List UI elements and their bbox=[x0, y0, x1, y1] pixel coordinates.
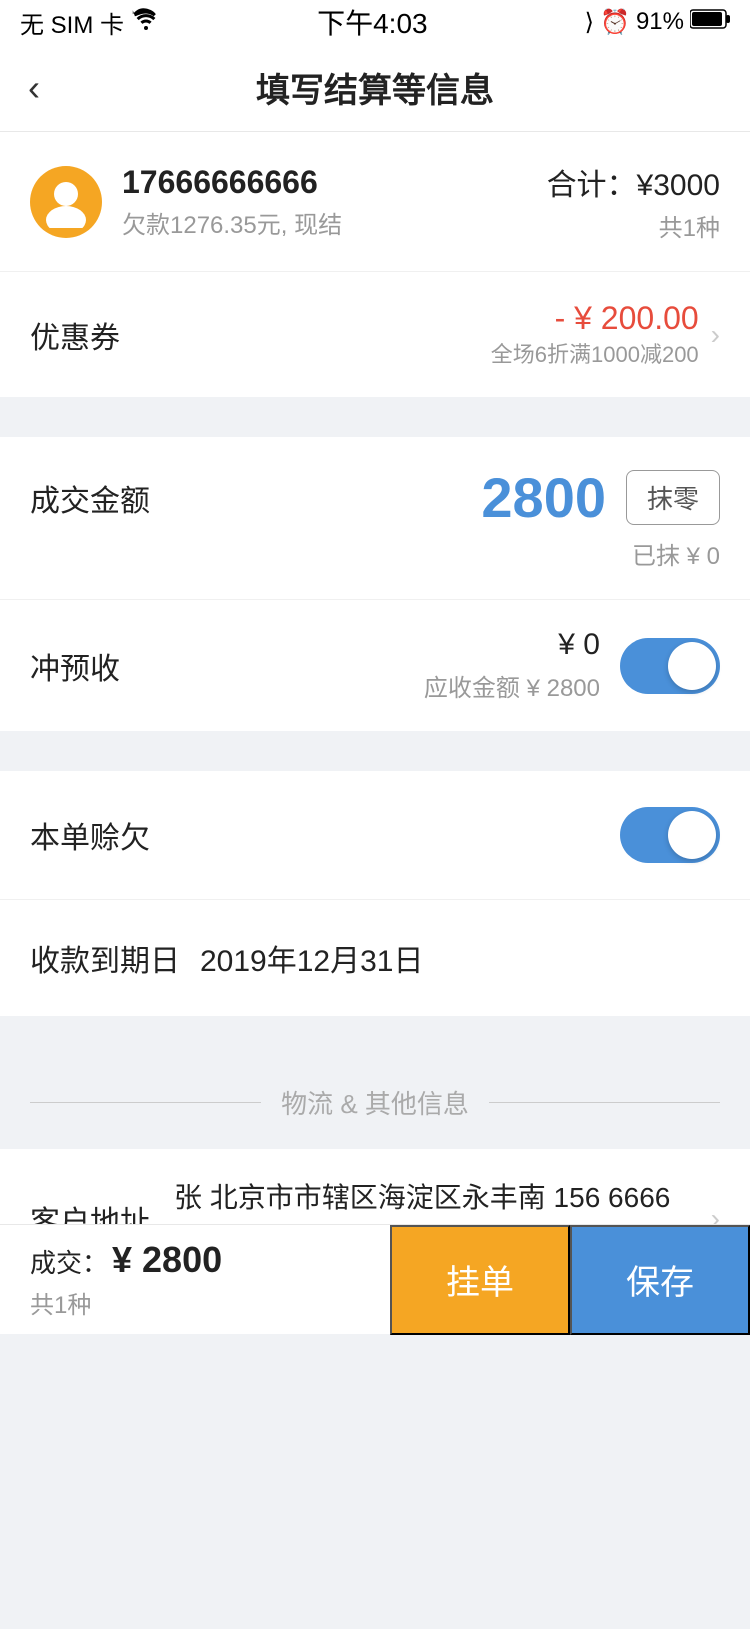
debt-label: 本单赊欠 bbox=[30, 813, 150, 857]
amount-value-container: 2800 抹零 bbox=[481, 465, 720, 530]
status-bar: 无 SIM 卡 下午4:03 ⟩ ⏰ 91% bbox=[0, 0, 750, 44]
bottom-bar: 成交： ¥ 2800 共1种 挂单 保存 bbox=[0, 1224, 750, 1334]
amount-section: 成交金额 2800 抹零 已抹 ¥ 0 冲预收 ¥ 0 应收金额 ¥ 2800 bbox=[0, 437, 750, 731]
duedate-label: 收款到期日 bbox=[30, 936, 180, 980]
customer-totals: 合计：¥3000 共1种 bbox=[547, 160, 720, 243]
prereceipt-sub: 应收金额 ¥ 2800 bbox=[424, 668, 600, 703]
battery-text: 91% bbox=[636, 8, 684, 36]
location-icon: ⟩ bbox=[585, 8, 594, 37]
duedate-row: 收款到期日 2019年12月31日 bbox=[0, 899, 750, 1016]
prereceipt-row: 冲预收 ¥ 0 应收金额 ¥ 2800 bbox=[0, 599, 750, 731]
coupon-desc: 全场6折满1000减200 bbox=[491, 337, 699, 369]
coupon-row[interactable]: 优惠券 - ¥ 200.00 全场6折满1000减200 › bbox=[0, 271, 750, 397]
alarm-icon: ⏰ bbox=[600, 8, 630, 37]
nav-bar: ‹ 填写结算等信息 bbox=[0, 44, 750, 132]
wifi-icon bbox=[132, 8, 160, 37]
save-button[interactable]: 保存 bbox=[570, 1225, 750, 1335]
status-bar-time: 下午4:03 bbox=[317, 2, 428, 42]
back-button[interactable]: ‹ bbox=[28, 67, 40, 109]
bottom-summary: 成交： ¥ 2800 共1种 bbox=[0, 1239, 390, 1320]
hold-button[interactable]: 挂单 bbox=[390, 1225, 570, 1335]
page-title: 填写结算等信息 bbox=[256, 63, 494, 112]
duedate-value: 2019年12月31日 bbox=[200, 936, 423, 980]
coupon-amount: - ¥ 200.00 bbox=[491, 300, 699, 337]
customer-phone: 17666666666 bbox=[122, 164, 342, 201]
logistics-line-left bbox=[30, 1102, 261, 1103]
content-area: 17666666666 欠款1276.35元, 现结 合计：¥3000 共1种 … bbox=[0, 132, 750, 1629]
debt-toggle[interactable] bbox=[620, 807, 720, 863]
bottom-count: 共1种 bbox=[30, 1285, 360, 1320]
rounded-sub: 已抹 ¥ 0 bbox=[30, 536, 720, 571]
amount-row-container: 成交金额 2800 抹零 已抹 ¥ 0 bbox=[0, 437, 750, 599]
bottom-deal-amount: ¥ 2800 bbox=[112, 1239, 222, 1281]
debt-row: 本单赊欠 bbox=[0, 771, 750, 899]
total-count: 共1种 bbox=[547, 208, 720, 243]
debt-section: 本单赊欠 收款到期日 2019年12月31日 bbox=[0, 771, 750, 1016]
deal-amount-value: 2800 bbox=[481, 465, 606, 530]
total-amount: 合计：¥3000 bbox=[547, 160, 720, 204]
battery-icon bbox=[690, 8, 730, 37]
prereceipt-amount: ¥ 0 bbox=[558, 628, 600, 662]
status-bar-right: ⟩ ⏰ 91% bbox=[585, 8, 730, 37]
prereceipt-toggle[interactable] bbox=[620, 638, 720, 694]
section-divider-3 bbox=[0, 1036, 750, 1056]
prereceipt-right: ¥ 0 应收金额 ¥ 2800 bbox=[424, 628, 600, 703]
customer-info: 17666666666 欠款1276.35元, 现结 bbox=[122, 164, 342, 240]
customer-row: 17666666666 欠款1276.35元, 现结 合计：¥3000 共1种 bbox=[0, 132, 750, 271]
customer-left: 17666666666 欠款1276.35元, 现结 bbox=[30, 164, 342, 240]
toggle-knob bbox=[668, 642, 716, 690]
logistics-title: 物流 & 其他信息 bbox=[281, 1084, 469, 1121]
logistics-header: 物流 & 其他信息 bbox=[0, 1056, 750, 1149]
section-divider-2 bbox=[0, 751, 750, 771]
logistics-line-right bbox=[489, 1102, 720, 1103]
status-bar-left: 无 SIM 卡 bbox=[20, 5, 160, 40]
sim-status: 无 SIM 卡 bbox=[20, 5, 124, 40]
round-zero-button[interactable]: 抹零 bbox=[626, 470, 720, 525]
section-divider-1 bbox=[0, 417, 750, 437]
gray-spacer bbox=[0, 1309, 750, 1509]
prereceipt-label: 冲预收 bbox=[30, 644, 120, 688]
customer-debt: 欠款1276.35元, 现结 bbox=[122, 205, 342, 240]
coupon-right: - ¥ 200.00 全场6折满1000减200 › bbox=[491, 300, 720, 369]
debt-toggle-knob bbox=[668, 811, 716, 859]
chevron-right-icon: › bbox=[711, 319, 720, 351]
customer-section: 17666666666 欠款1276.35元, 现结 合计：¥3000 共1种 … bbox=[0, 132, 750, 397]
amount-label: 成交金额 bbox=[30, 476, 150, 520]
amount-row: 成交金额 2800 抹零 bbox=[30, 465, 720, 530]
bottom-deal-label: 成交： bbox=[30, 1243, 108, 1280]
avatar bbox=[30, 166, 102, 238]
coupon-label: 优惠券 bbox=[30, 313, 120, 357]
